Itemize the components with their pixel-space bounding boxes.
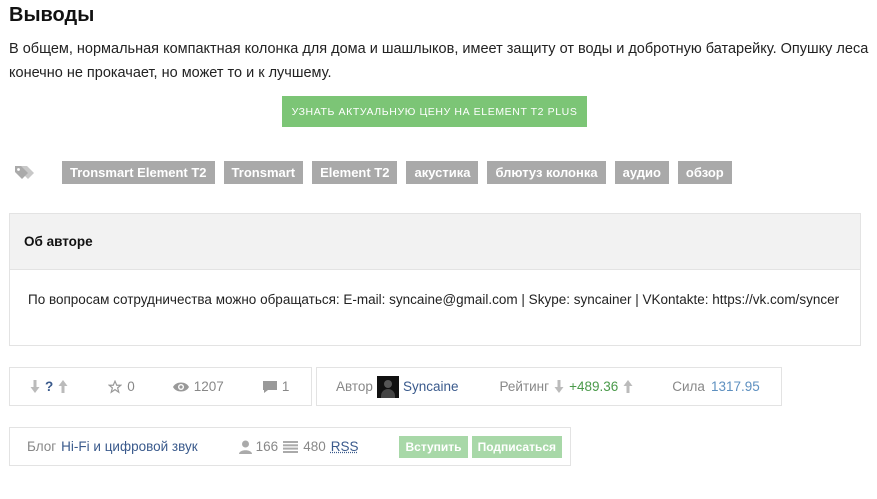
views-group: 1207 bbox=[172, 379, 224, 394]
comments-count: 1 bbox=[281, 379, 290, 394]
favorite-group[interactable]: 0 bbox=[108, 379, 135, 394]
tag-link[interactable]: Element T2 bbox=[312, 161, 398, 184]
author-group: Автор Syncaine bbox=[336, 375, 459, 398]
author-label: Автор bbox=[336, 379, 373, 394]
blog-label: Блог bbox=[27, 439, 57, 454]
posts-count: 480 bbox=[303, 439, 326, 454]
comments-group[interactable]: 1 bbox=[262, 379, 290, 394]
tag-link[interactable]: обзор bbox=[677, 161, 732, 184]
star-icon[interactable] bbox=[108, 379, 123, 394]
rating-label: Рейтинг bbox=[499, 379, 550, 394]
posts-group: 480 bbox=[283, 439, 326, 454]
conclusion-paragraph: В общем, нормальная компактная колонка д… bbox=[9, 41, 869, 81]
tag-link[interactable]: Tronsmart Element T2 bbox=[62, 161, 215, 184]
comment-icon[interactable] bbox=[262, 380, 278, 394]
tags-row: Tronsmart Element T2 Tronsmart Element T… bbox=[14, 161, 732, 184]
blog-group: Блог Hi-Fi и цифровой звук bbox=[27, 439, 198, 454]
tags-icon bbox=[14, 163, 38, 183]
members-group: 166 bbox=[238, 439, 279, 454]
section-heading: Выводы bbox=[9, 4, 95, 26]
eye-icon bbox=[172, 382, 189, 391]
author-avatar[interactable] bbox=[376, 375, 399, 398]
tag-link[interactable]: Tronsmart bbox=[223, 161, 304, 184]
strength-value: 1317.95 bbox=[710, 379, 760, 394]
tag-link[interactable]: аудио bbox=[614, 161, 669, 184]
vote-group: ? bbox=[30, 379, 68, 394]
tag-link[interactable]: блютуз колонка bbox=[487, 161, 606, 184]
rating-up-icon[interactable] bbox=[623, 380, 633, 393]
favorites-count: 0 bbox=[127, 379, 135, 394]
about-author-box: Об авторе По вопросам сотрудничества мож… bbox=[9, 213, 861, 346]
user-icon bbox=[238, 440, 252, 454]
strength-group: Сила 1317.95 bbox=[672, 379, 760, 394]
list-icon bbox=[283, 440, 299, 453]
author-stats-panel: Автор Syncaine Рейтинг +489.36 Сила 1317… bbox=[316, 367, 782, 406]
rating-value: +489.36 bbox=[569, 379, 619, 394]
tag-list: Tronsmart Element T2 Tronsmart Element T… bbox=[62, 161, 732, 184]
rating-down-icon[interactable] bbox=[554, 380, 564, 393]
members-count: 166 bbox=[255, 439, 279, 454]
vote-down-icon[interactable] bbox=[30, 380, 40, 393]
check-price-button[interactable]: Узнать актуальную цену на Element T2 Plu… bbox=[282, 96, 587, 127]
tag-link[interactable]: акустика bbox=[406, 161, 479, 184]
strength-label: Сила bbox=[672, 379, 705, 394]
blog-link[interactable]: Hi-Fi и цифровой звук bbox=[61, 439, 197, 454]
vote-up-icon[interactable] bbox=[58, 380, 68, 393]
about-author-title: Об авторе bbox=[10, 214, 860, 270]
rating-group: Рейтинг +489.36 bbox=[499, 379, 633, 394]
join-button[interactable]: Вступить bbox=[399, 435, 468, 458]
author-link[interactable]: Syncaine bbox=[403, 379, 459, 394]
vote-score: ? bbox=[45, 379, 54, 394]
subscribe-button[interactable]: Подписаться bbox=[471, 435, 563, 458]
rss-link[interactable]: RSS bbox=[331, 439, 359, 454]
blog-panel: Блог Hi-Fi и цифровой звук 166 480 RSS В… bbox=[9, 427, 571, 466]
about-author-text: По вопросам сотрудничества можно обращат… bbox=[28, 292, 840, 307]
views-count: 1207 bbox=[193, 379, 224, 394]
topic-stats-panel: ? 0 1207 1 bbox=[9, 367, 312, 406]
